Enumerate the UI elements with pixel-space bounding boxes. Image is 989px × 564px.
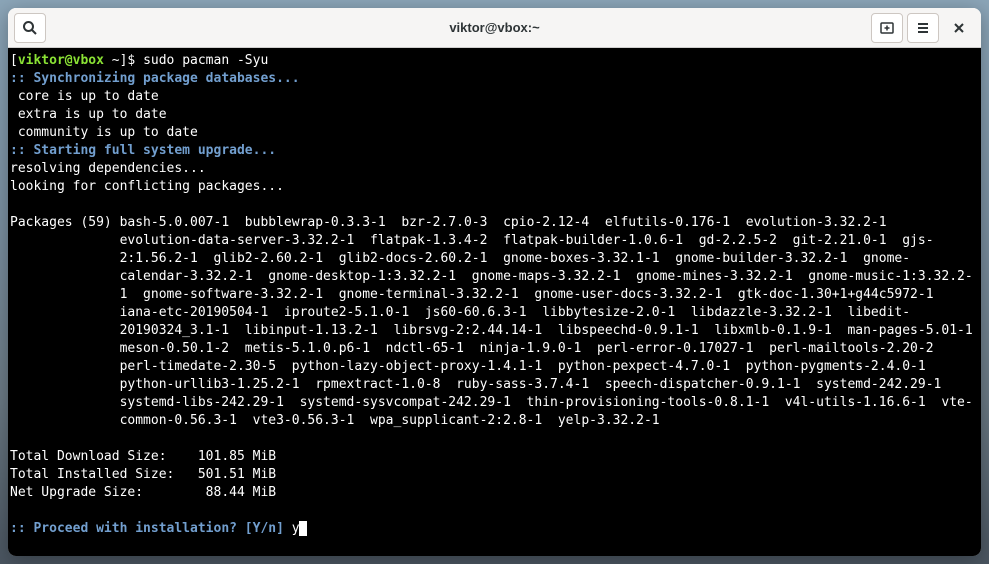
prompt-path: ~ [112,53,120,68]
command-text: sudo pacman -Syu [143,53,268,68]
menu-button[interactable] [907,13,939,43]
total-download-size: Total Download Size: 101.85 MiB [10,449,276,464]
new-tab-icon [879,20,895,36]
packages-label: Packages (59) [10,215,112,230]
prompt-user: viktor@vbox [18,53,104,68]
sync-header: :: Synchronizing package databases... [10,71,300,86]
core-status: core is up to date [10,89,159,104]
titlebar: viktor@vbox:~ [8,8,981,48]
upgrade-header: :: Starting full system upgrade... [10,143,276,158]
cursor [299,521,307,536]
close-button[interactable] [943,13,975,43]
new-tab-button[interactable] [871,13,903,43]
resolving-text: resolving dependencies... [10,161,206,176]
net-upgrade-size: Net Upgrade Size: 88.44 MiB [10,485,276,500]
extra-status: extra is up to date [10,107,167,122]
total-installed-size: Total Installed Size: 501.51 MiB [10,467,276,482]
hamburger-icon [915,20,931,36]
packages-list: bash-5.0.007-1 bubblewrap-0.3.3-1 bzr-2.… [112,215,981,428]
proceed-prompt: :: Proceed with installation? [Y/n] [10,521,292,536]
window-title: viktor@vbox:~ [449,20,539,35]
terminal-window: viktor@vbox:~ [viktor@vbox ~]$ sudo pacm… [8,8,981,556]
conflicts-text: looking for conflicting packages... [10,179,284,194]
community-status: community is up to date [10,125,198,140]
terminal-output[interactable]: [viktor@vbox ~]$ sudo pacman -Syu :: Syn… [8,48,981,556]
close-icon [951,20,967,36]
search-icon [22,20,38,36]
search-button[interactable] [14,13,46,43]
